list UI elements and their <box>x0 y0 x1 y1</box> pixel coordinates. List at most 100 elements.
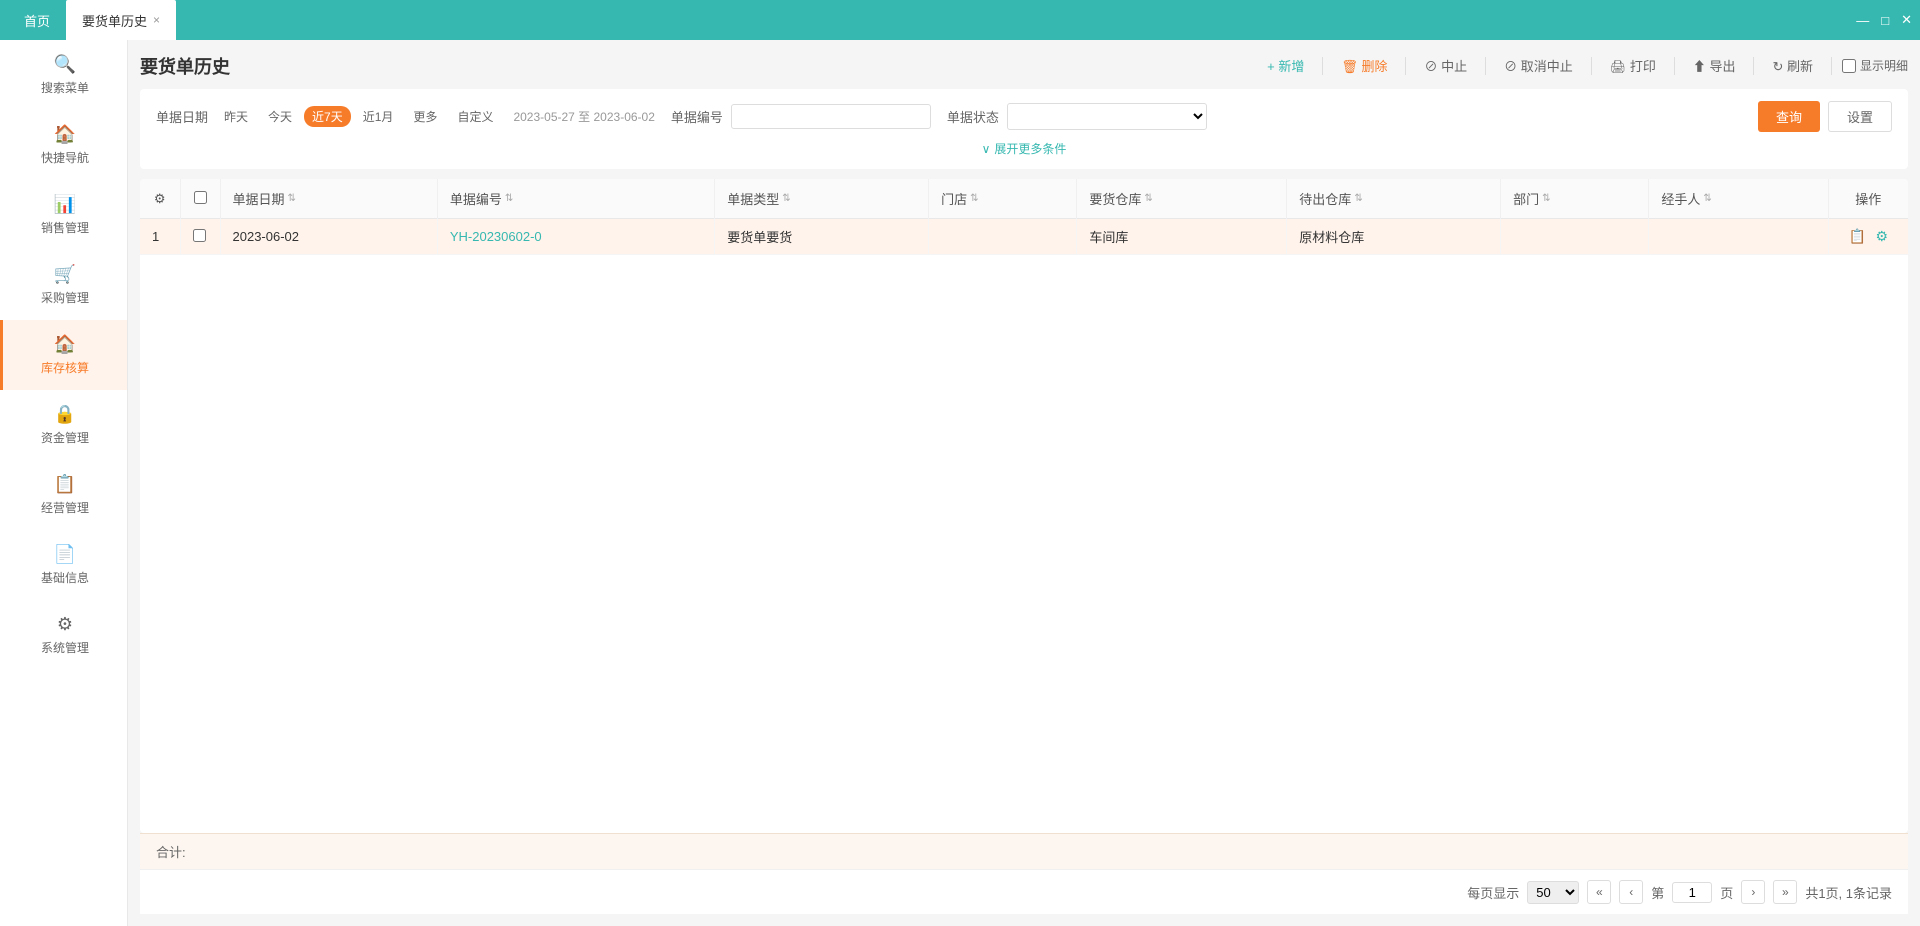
cell-num: 1 <box>140 219 180 255</box>
toolbar-divider-6 <box>1753 57 1754 75</box>
system-icon: ⚙ <box>57 614 73 635</box>
expand-more-row[interactable]: ∨ 展开更多条件 <box>156 140 1892 157</box>
show-detail-checkbox[interactable] <box>1842 59 1856 73</box>
sidebar-item-basic-info[interactable]: 📄 基础信息 <box>0 530 127 600</box>
sidebar-item-operations-label: 经营管理 <box>41 499 89 516</box>
print-button[interactable]: 🖨 打印 <box>1602 52 1664 79</box>
data-table: ⚙ 单据日期 ⇅ 单据编号 <box>140 179 1908 255</box>
status-filter-group: 单据状态 <box>947 103 1207 130</box>
minimize-icon[interactable]: — <box>1856 13 1869 28</box>
sidebar-item-finance[interactable]: 🔒 资金管理 <box>0 390 127 460</box>
th-handler[interactable]: 经手人 ⇅ <box>1649 179 1828 219</box>
th-date[interactable]: 单据日期 ⇅ <box>220 179 437 219</box>
sort-pending-warehouse-icon: ⇅ <box>1354 193 1362 204</box>
settings-button[interactable]: 设置 <box>1828 101 1892 132</box>
stop-button[interactable]: ⊘ 中止 <box>1416 52 1475 79</box>
chip-yesterday[interactable]: 昨天 <box>216 106 256 127</box>
expand-more-label: 展开更多条件 <box>994 140 1066 157</box>
per-page-select[interactable]: 20 50 100 200 <box>1527 881 1579 904</box>
chip-custom[interactable]: 自定义 <box>449 106 501 127</box>
first-page-button[interactable]: « <box>1587 880 1611 904</box>
sidebar-item-purchase-label: 采购管理 <box>41 289 89 306</box>
new-button[interactable]: + 新增 <box>1259 52 1312 79</box>
page-number-input[interactable] <box>1672 882 1712 903</box>
layout: 🔍 搜索菜单 🏠 快捷导航 📊 销售管理 🛒 采购管理 🏠 库存核算 🔒 资金管… <box>0 40 1920 926</box>
quick-nav-icon: 🏠 <box>54 124 76 145</box>
sidebar-item-operations[interactable]: 📋 经营管理 <box>0 460 127 530</box>
page-title: 要货单历史 <box>140 53 230 79</box>
sidebar-item-basic-info-label: 基础信息 <box>41 569 89 586</box>
close-tab-icon[interactable]: × <box>153 13 160 27</box>
table-footer: 合计: <box>140 833 1908 869</box>
query-button[interactable]: 查询 <box>1758 101 1820 132</box>
th-type[interactable]: 单据类型 ⇅ <box>715 179 929 219</box>
chip-7days[interactable]: 近7天 <box>304 106 351 127</box>
toolbar-divider-4 <box>1591 57 1592 75</box>
refresh-button[interactable]: ↻ 刷新 <box>1764 52 1821 79</box>
view-op-icon[interactable]: 📋 <box>1845 226 1868 246</box>
row-checkbox[interactable] <box>193 229 206 242</box>
export-button[interactable]: ⬆ 导出 <box>1685 52 1744 79</box>
sidebar-item-system-label: 系统管理 <box>41 639 89 656</box>
search-menu-icon: 🔍 <box>54 54 76 75</box>
date-chips: 昨天 今天 近7天 近1月 更多 自定义 <box>216 106 501 127</box>
maximize-icon[interactable]: □ <box>1881 13 1889 28</box>
cell-department <box>1501 219 1649 255</box>
order-no-input[interactable] <box>731 104 931 129</box>
next-page-button[interactable]: › <box>1741 880 1765 904</box>
summary-label: 合计: <box>156 845 186 860</box>
cell-store <box>929 219 1077 255</box>
cell-type: 要货单要货 <box>715 219 929 255</box>
th-settings[interactable]: ⚙ <box>140 179 180 219</box>
th-req-warehouse[interactable]: 要货仓库 ⇅ <box>1077 179 1287 219</box>
close-window-icon[interactable]: ✕ <box>1901 12 1912 28</box>
th-store[interactable]: 门店 ⇅ <box>929 179 1077 219</box>
sort-req-warehouse-icon: ⇅ <box>1144 193 1152 204</box>
status-label: 单据状态 <box>947 107 999 126</box>
th-checkbox <box>180 179 220 219</box>
table-container: ⚙ 单据日期 ⇅ 单据编号 <box>140 179 1908 833</box>
show-detail-label: 显示明细 <box>1860 57 1908 74</box>
select-all-checkbox[interactable] <box>194 191 207 204</box>
th-ops: 操作 <box>1828 179 1908 219</box>
th-pending-warehouse[interactable]: 待出仓库 ⇅ <box>1287 179 1501 219</box>
sidebar-item-sales[interactable]: 📊 销售管理 <box>0 180 127 250</box>
delete-button[interactable]: 🗑 删除 <box>1333 52 1395 79</box>
chip-more[interactable]: 更多 <box>405 106 445 127</box>
top-bar-right: — □ ✕ <box>1856 12 1912 28</box>
sidebar-item-finance-label: 资金管理 <box>41 429 89 446</box>
prev-page-button[interactable]: ‹ <box>1619 880 1643 904</box>
sidebar-item-inventory[interactable]: 🏠 库存核算 <box>0 320 127 390</box>
order-no-link[interactable]: YH-20230602-0 <box>450 229 542 244</box>
table-header-row: ⚙ 单据日期 ⇅ 单据编号 <box>140 179 1908 219</box>
sales-icon: 📊 <box>54 194 76 215</box>
chip-today[interactable]: 今天 <box>260 106 300 127</box>
per-page-label: 每页显示 <box>1467 883 1519 902</box>
th-no[interactable]: 单据编号 ⇅ <box>437 179 714 219</box>
sidebar-item-search-menu[interactable]: 🔍 搜索菜单 <box>0 40 127 110</box>
operations-icon: 📋 <box>54 474 76 495</box>
order-no-label: 单据编号 <box>671 107 723 126</box>
th-department[interactable]: 部门 ⇅ <box>1501 179 1649 219</box>
cell-req-warehouse: 车间库 <box>1077 219 1287 255</box>
last-page-button[interactable]: » <box>1773 880 1797 904</box>
status-select[interactable] <box>1007 103 1207 130</box>
tab-home[interactable]: 首页 <box>8 0 66 40</box>
sidebar-item-purchase[interactable]: 🛒 采购管理 <box>0 250 127 320</box>
cell-checkbox <box>180 219 220 255</box>
sidebar-item-system[interactable]: ⚙ 系统管理 <box>0 600 127 670</box>
date-filter-label: 单据日期 <box>156 107 208 126</box>
sidebar-item-quick-nav[interactable]: 🏠 快捷导航 <box>0 110 127 180</box>
cancel-stop-button[interactable]: ⊘ 取消中止 <box>1496 52 1581 79</box>
filter-area: 单据日期 昨天 今天 近7天 近1月 更多 自定义 2023-05-27 至 2… <box>140 89 1908 169</box>
finance-icon: 🔒 <box>54 404 76 425</box>
tab-active[interactable]: 要货单历史 × <box>66 0 176 40</box>
page-label-prefix: 第 <box>1651 883 1664 902</box>
purchase-icon: 🛒 <box>54 264 76 285</box>
sort-handler-icon: ⇅ <box>1703 193 1711 204</box>
cell-ops: 📋 ⚙ <box>1828 219 1908 255</box>
edit-op-icon[interactable]: ⚙ <box>1873 226 1892 246</box>
show-detail-toggle[interactable]: 显示明细 <box>1842 57 1908 74</box>
total-info: 共1页, 1条记录 <box>1805 883 1892 902</box>
chip-1month[interactable]: 近1月 <box>355 106 402 127</box>
